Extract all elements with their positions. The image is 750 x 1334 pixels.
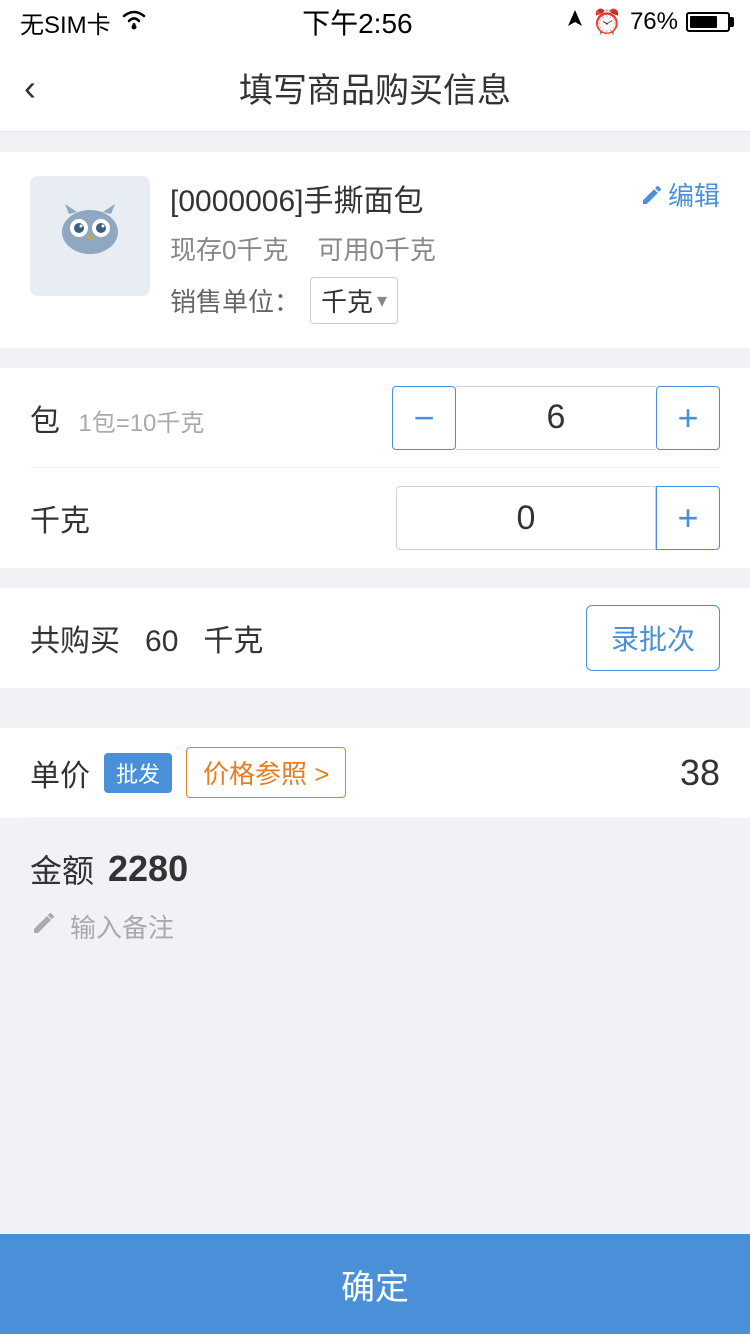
unit-select[interactable]: 千克 ▾ [310,277,398,324]
amount-row: 金额 2280 [30,846,720,892]
dropdown-arrow: ▾ [377,288,387,313]
total-text: 共购买 60 千克 [30,616,586,660]
note-row[interactable]: 输入备注 [30,908,720,945]
amount-value: 2280 [108,848,188,890]
nav-bar: ‹ 填写商品购买信息 [0,44,750,132]
amount-section: 金额 2280 输入备注 [0,818,750,965]
kilogram-input[interactable] [396,486,656,550]
back-button[interactable]: ‹ [24,67,36,109]
divider-2 [0,568,750,588]
product-card: [0000006]手撕面包 编辑 现存0千克 可用0千克 销售单位： 千克 ▾ [0,152,750,348]
price-ref-button[interactable]: 价格参照 > [186,747,346,798]
price-value: 38 [680,752,720,794]
carrier-label: 无SIM卡 [20,5,111,40]
kilogram-plus-button[interactable]: + [656,486,720,550]
battery-icon [686,12,730,32]
kilogram-row: 千克 + [30,468,720,568]
status-time: 下午2:56 [302,2,413,42]
package-row: 包 1包=10千克 − + [30,368,720,468]
kilogram-label: 千克 [30,496,396,540]
amount-label: 金额 [30,846,94,892]
price-label: 单价 [30,751,90,795]
note-placeholder: 输入备注 [70,908,174,945]
batch-button[interactable]: 录批次 [586,605,720,671]
edit-button[interactable]: 编辑 [640,176,720,213]
total-amount: 60 [145,625,178,658]
divider-1 [0,348,750,368]
price-row: 单价 批发 价格参照 > 38 [30,728,720,818]
package-sub: 1包=10千克 [78,410,204,437]
status-left: 无SIM卡 [20,5,149,40]
page-title: 填写商品购买信息 [239,63,511,112]
total-section: 共购买 60 千克 录批次 [0,588,750,688]
battery-percent: 76% [630,8,678,36]
alarm-icon: ⏰ [592,8,622,37]
wifi-icon [119,8,149,37]
package-qty-control: − + [392,386,720,450]
package-input[interactable] [456,386,656,450]
price-tag: 批发 [104,753,172,793]
kilogram-qty-control: + [396,486,720,550]
product-stock: 现存0千克 可用0千克 [170,230,720,267]
product-image [30,176,150,296]
package-minus-button[interactable]: − [392,386,456,450]
status-right: ⏰ 76% [566,8,730,37]
product-info: [0000006]手撕面包 编辑 现存0千克 可用0千克 销售单位： 千克 ▾ [170,176,720,324]
gps-icon [566,8,584,37]
divider-3 [0,688,750,708]
price-section: 单价 批发 价格参照 > 38 [0,728,750,818]
product-logo [55,200,125,272]
product-unit: 销售单位： 千克 ▾ [170,277,720,324]
package-label: 包 1包=10千克 [30,396,392,440]
pencil-icon [30,909,58,944]
confirm-button[interactable]: 确定 [341,1260,409,1309]
package-plus-button[interactable]: + [656,386,720,450]
status-bar: 无SIM卡 下午2:56 ⏰ 76% [0,0,750,44]
product-name: [0000006]手撕面包 [170,176,423,220]
input-section: 包 1包=10千克 − + 千克 + [0,368,750,568]
confirm-bar[interactable]: 确定 [0,1234,750,1334]
